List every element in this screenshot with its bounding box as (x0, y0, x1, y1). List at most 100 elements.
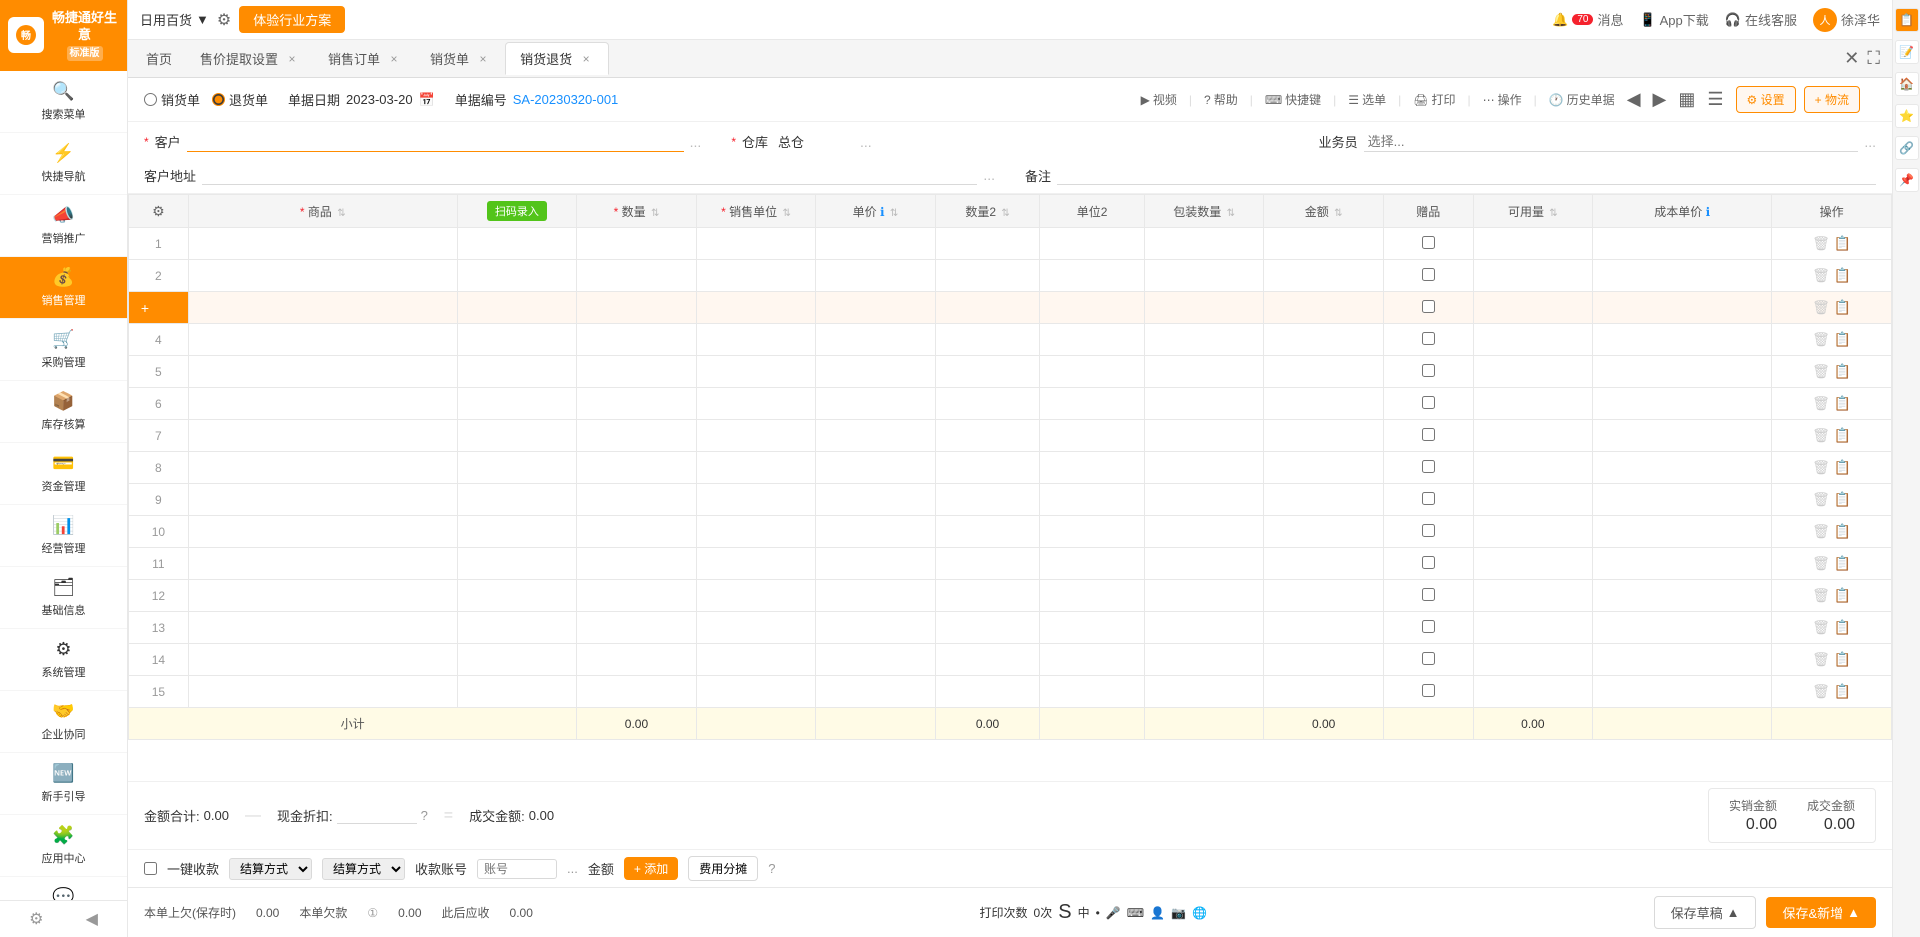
row-gift-1[interactable] (1383, 228, 1473, 260)
sidebar-item-finance[interactable]: 💳 资金管理 (0, 443, 127, 505)
sidebar-item-sales[interactable]: 💰 销售管理 (0, 257, 127, 319)
sidebar-item-basic[interactable]: 🗂 基础信息 (0, 567, 127, 629)
delete-row-2[interactable]: 🗑 (1812, 267, 1830, 284)
delete-row-13[interactable]: 🗑 (1812, 619, 1830, 636)
row-gift-2[interactable] (1383, 260, 1473, 292)
sidebar-item-operations[interactable]: 📊 经营管理 (0, 505, 127, 567)
user-menu[interactable]: 人 徐泽华 (1813, 8, 1880, 32)
tab-sales-order-close[interactable]: × (386, 51, 402, 67)
right-panel-item-5[interactable]: 🔗 (1895, 136, 1919, 160)
row-pkg-qty-2[interactable] (1144, 260, 1264, 292)
module-select[interactable]: 日用百货 ▼ (140, 10, 209, 29)
save-new-btn[interactable]: 保存&新增 ▲ (1766, 897, 1876, 928)
row-qty2-3[interactable] (935, 292, 1040, 324)
sidebar-item-search[interactable]: 🔍 搜索菜单 (0, 71, 127, 133)
tab-price-extract-close[interactable]: × (284, 51, 300, 67)
tab-sales-bill-close[interactable]: × (475, 51, 491, 67)
row-qty-2[interactable] (577, 260, 697, 292)
copy-row-1[interactable]: 📋 (1834, 235, 1851, 252)
right-panel-item-2[interactable]: 📝 (1895, 40, 1919, 64)
warehouse-dots[interactable]: ... (860, 134, 872, 150)
doc-date-value[interactable]: 2023-03-20 (346, 92, 413, 107)
copy-row-4[interactable]: 📋 (1834, 331, 1851, 348)
sidebar-item-system[interactable]: ⚙ 系统管理 (0, 629, 127, 691)
copy-row-8[interactable]: 📋 (1834, 459, 1851, 476)
row-amount-1[interactable] (1264, 228, 1384, 260)
gift-checkbox-12[interactable] (1422, 588, 1435, 601)
sidebar-item-wechat[interactable]: 💬 企业微信 (0, 877, 127, 900)
gift-checkbox-4[interactable] (1422, 332, 1435, 345)
row-qty2-2[interactable] (935, 260, 1040, 292)
sidebar-collapse-btn[interactable]: ◀ (86, 909, 98, 929)
customer-input[interactable] (187, 132, 684, 152)
row-qty2-1[interactable] (935, 228, 1040, 260)
right-panel-item-3[interactable]: 🏠 (1895, 72, 1919, 96)
delete-row-9[interactable]: 🗑 (1812, 491, 1830, 508)
copy-row-5[interactable]: 📋 (1834, 363, 1851, 380)
delete-row-10[interactable]: 🗑 (1812, 523, 1830, 540)
row-product-1[interactable] (188, 228, 457, 260)
gift-checkbox-2[interactable] (1422, 268, 1435, 281)
video-btn[interactable]: ▶ 视频 (1141, 91, 1177, 108)
copy-row-14[interactable]: 📋 (1834, 651, 1851, 668)
row-pkg-qty-3[interactable] (1144, 292, 1264, 324)
sidebar-item-quicknav[interactable]: ⚡ 快捷导航 (0, 133, 127, 195)
online-service-item[interactable]: 🎧 在线客服 (1725, 10, 1797, 29)
gift-checkbox-9[interactable] (1422, 492, 1435, 505)
row-unit-3[interactable] (696, 292, 816, 324)
salesperson-input[interactable] (1364, 132, 1859, 152)
payment-dots[interactable]: ... (567, 861, 578, 876)
save-draft-btn[interactable]: 保存草稿 ▲ (1654, 896, 1757, 929)
discount-input[interactable] (337, 808, 417, 824)
sidebar-item-inventory[interactable]: 📦 库存核算 (0, 381, 127, 443)
row-amount-3[interactable] (1264, 292, 1384, 324)
next-doc-btn[interactable]: ▶ (1653, 89, 1667, 110)
row-unit2-3[interactable] (1040, 292, 1145, 324)
delete-row-5[interactable]: 🗑 (1812, 363, 1830, 380)
settings-btn[interactable]: ⚙ 设置 (1736, 86, 1796, 113)
delete-row-4[interactable]: 🗑 (1812, 331, 1830, 348)
copy-row-10[interactable]: 📋 (1834, 523, 1851, 540)
delete-row-15[interactable]: 🗑 (1812, 683, 1830, 700)
copy-row-9[interactable]: 📋 (1834, 491, 1851, 508)
row-unit2-2[interactable] (1040, 260, 1145, 292)
sidebar-item-marketing[interactable]: 📣 营销推广 (0, 195, 127, 257)
list-view-btn[interactable]: ☰ (1707, 89, 1723, 110)
prev-doc-btn[interactable]: ◀ (1627, 89, 1641, 110)
radio-sales-bill-input[interactable] (144, 93, 157, 106)
gift-checkbox-6[interactable] (1422, 396, 1435, 409)
notifications-item[interactable]: 🔔 70 消息 (1552, 10, 1623, 29)
product-input-3[interactable] (195, 300, 451, 315)
topbar-gear-icon[interactable]: ⚙ (217, 10, 231, 30)
radio-sales-bill[interactable]: 销货单 (144, 90, 200, 109)
add-payment-btn[interactable]: + 添加 (624, 857, 678, 880)
tab-sales-order[interactable]: 销售订单 × (314, 43, 416, 74)
gift-checkbox-8[interactable] (1422, 460, 1435, 473)
tab-close-all[interactable]: ✕ (1844, 48, 1859, 69)
row-product-3[interactable] (188, 292, 457, 324)
table-settings-icon[interactable]: ⚙ (152, 203, 165, 219)
delete-row-3[interactable]: 🗑 (1812, 299, 1830, 316)
copy-row-6[interactable]: 📋 (1834, 395, 1851, 412)
logistics-btn[interactable]: + 物流 (1804, 86, 1860, 113)
sidebar-item-enterprise[interactable]: 🤝 企业协同 (0, 691, 127, 753)
tab-sales-return-close[interactable]: × (578, 51, 594, 67)
select-btn[interactable]: ☰ 选单 (1348, 91, 1386, 108)
gift-checkbox-15[interactable] (1422, 684, 1435, 697)
radio-return-bill-input[interactable] (212, 93, 225, 106)
copy-row-11[interactable]: 📋 (1834, 555, 1851, 572)
row-unit2-1[interactable] (1040, 228, 1145, 260)
shortcut-btn[interactable]: ⌨ 快捷键 (1265, 91, 1321, 108)
row-price-2[interactable] (816, 260, 936, 292)
row-unit-1[interactable] (696, 228, 816, 260)
copy-row-13[interactable]: 📋 (1834, 619, 1851, 636)
warehouse-value[interactable]: 总仓 (774, 130, 854, 153)
tab-price-extract[interactable]: 售价提取设置 × (186, 43, 314, 74)
copy-row-2[interactable]: 📋 (1834, 267, 1851, 284)
tab-home[interactable]: 首页 (132, 43, 186, 74)
expense-split-btn[interactable]: 费用分摊 (688, 856, 758, 881)
row-product-2[interactable] (188, 260, 457, 292)
app-download-item[interactable]: 📱 App下载 (1639, 10, 1708, 29)
gift-checkbox-13[interactable] (1422, 620, 1435, 633)
gift-checkbox-1[interactable] (1422, 236, 1435, 249)
